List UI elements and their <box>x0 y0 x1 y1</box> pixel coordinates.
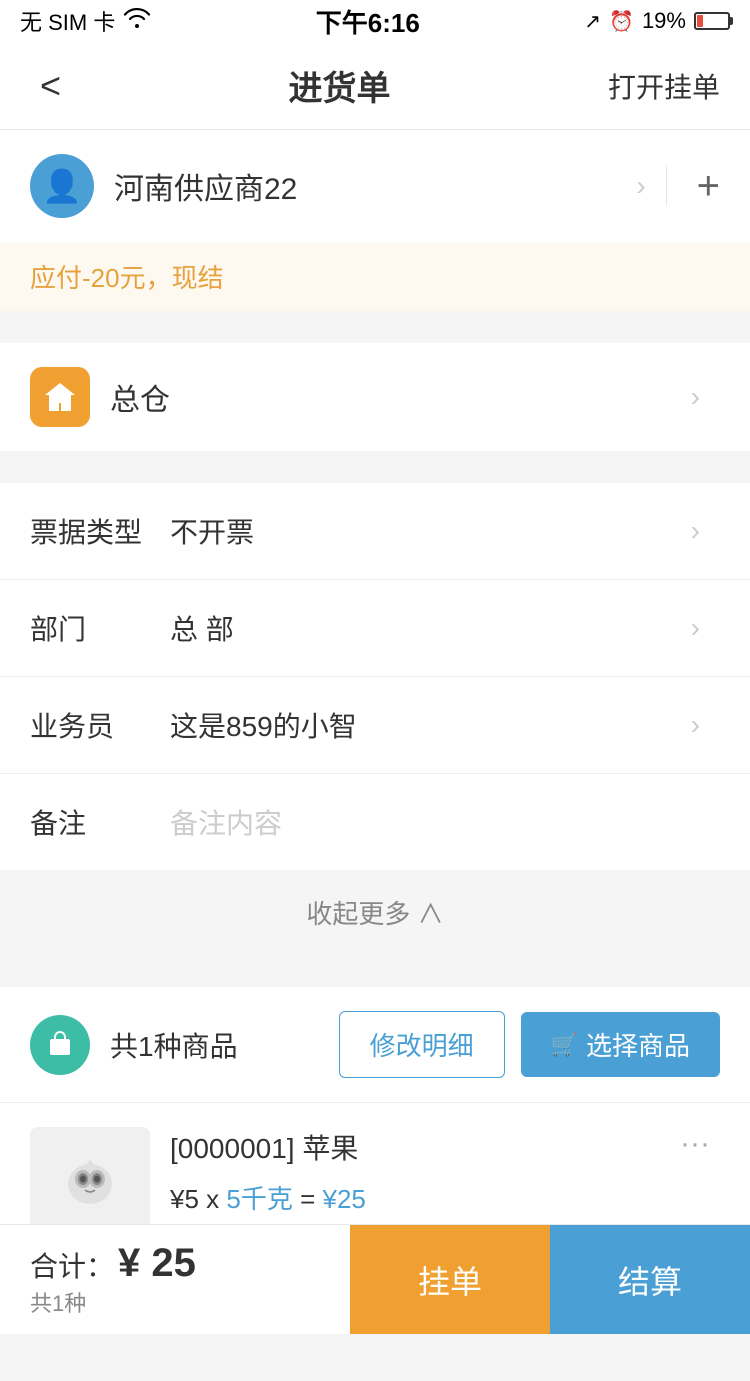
salesperson-value: 这是859的小智 <box>170 705 691 745</box>
supplier-name: 河南供应商22 <box>114 164 636 208</box>
product-total: ¥25 <box>323 1184 366 1214</box>
open-hang-button[interactable]: 打开挂单 <box>608 66 720 106</box>
select-product-button[interactable]: 🛒 选择商品 <box>521 1012 720 1077</box>
supplier-chevron-icon: › <box>636 170 645 202</box>
remark-value: 备注内容 <box>170 802 720 842</box>
product-info: [0000001] 苹果 ¥5 x 5千克 = ¥25 <box>170 1127 670 1216</box>
product-more-button[interactable]: ··· <box>670 1127 720 1161</box>
total-count: 共1种 <box>30 1286 320 1318</box>
warehouse-chevron-icon: › <box>691 381 700 413</box>
vertical-divider <box>666 166 667 206</box>
salesperson-chevron-icon: › <box>691 709 700 741</box>
edit-detail-button[interactable]: 修改明细 <box>339 1011 505 1078</box>
status-time: 下午6:16 <box>316 3 420 40</box>
product-title: 苹果 <box>302 1133 358 1164</box>
location-icon: ↗ <box>584 9 601 34</box>
bottom-bar: 合计： ¥ 25 共1种 挂单 结算 <box>0 1224 750 1334</box>
product-count-text: 共1种商品 <box>110 1025 339 1065</box>
warehouse-icon <box>30 367 90 427</box>
select-product-label: 选择商品 <box>586 1026 690 1063</box>
dept-label: 部门 <box>30 608 150 648</box>
warehouse-row[interactable]: 总仓 › <box>0 343 750 451</box>
status-left: 无 SIM 卡 <box>20 5 151 37</box>
salesperson-row[interactable]: 业务员 这是859的小智 › <box>0 677 750 774</box>
owl-logo-icon <box>55 1146 125 1228</box>
product-count-icon <box>30 1015 90 1075</box>
carrier-label: 无 SIM 卡 <box>20 5 115 37</box>
alarm-icon: ⏰ <box>609 9 634 34</box>
invoice-chevron-icon: › <box>691 515 700 547</box>
supplier-section: 👤 河南供应商22 › + 应付-20元，现结 <box>0 130 750 311</box>
dept-value: 总 部 <box>170 608 691 648</box>
warning-banner: 应付-20元，现结 <box>0 242 750 311</box>
status-right: ↗ ⏰ 19% <box>584 8 730 34</box>
add-supplier-button[interactable]: + <box>697 164 720 209</box>
main-content: 👤 河南供应商22 › + 应付-20元，现结 总仓 › 票据类型 不开票 › <box>0 130 750 1381</box>
back-button[interactable]: < <box>30 55 71 117</box>
nav-bar: < 进货单 打开挂单 <box>0 42 750 130</box>
product-header: 共1种商品 修改明细 🛒 选择商品 <box>0 987 750 1103</box>
supplier-avatar: 👤 <box>30 154 94 218</box>
warehouse-name: 总仓 <box>110 375 691 419</box>
warning-text: 应付-20元，现结 <box>30 263 224 293</box>
equals-sign: = <box>300 1184 322 1214</box>
salesperson-label: 业务员 <box>30 705 150 745</box>
house-icon <box>42 379 78 415</box>
bag-icon <box>44 1029 76 1061</box>
invoice-label: 票据类型 <box>30 511 150 551</box>
supplier-row[interactable]: 👤 河南供应商22 › + <box>0 130 750 242</box>
product-name: [0000001] 苹果 <box>170 1127 670 1167</box>
remark-row[interactable]: 备注 备注内容 <box>0 774 750 870</box>
department-row[interactable]: 部门 总 部 › <box>0 580 750 677</box>
collapse-label: 收起更多 ∧ <box>306 894 443 931</box>
page-title: 进货单 <box>289 61 391 110</box>
price-unit: ¥5 <box>170 1184 199 1214</box>
person-icon: 👤 <box>42 167 82 205</box>
product-quantity: 5千克 <box>226 1184 292 1214</box>
invoice-value: 不开票 <box>170 511 691 551</box>
status-bar: 无 SIM 卡 下午6:16 ↗ ⏰ 19% <box>0 0 750 42</box>
form-section: 票据类型 不开票 › 部门 总 部 › 业务员 这是859的小智 › 备注 备注… <box>0 483 750 870</box>
total-label: 合计： <box>30 1245 114 1285</box>
invoice-type-row[interactable]: 票据类型 不开票 › <box>0 483 750 580</box>
total-amount: ¥ 25 <box>118 1241 196 1286</box>
remark-label: 备注 <box>30 802 150 842</box>
collapse-row[interactable]: 收起更多 ∧ <box>0 870 750 955</box>
hang-button[interactable]: 挂单 <box>350 1225 550 1334</box>
wifi-icon <box>123 8 151 34</box>
battery-icon <box>694 12 730 30</box>
total-section: 合计： ¥ 25 共1种 <box>0 1225 350 1334</box>
dept-chevron-icon: › <box>691 612 700 644</box>
select-product-icon: 🛒 <box>551 1032 578 1058</box>
product-code: [0000001] <box>170 1133 295 1164</box>
checkout-button[interactable]: 结算 <box>550 1225 750 1334</box>
price-separator: x <box>206 1184 226 1214</box>
product-price: ¥5 x 5千克 = ¥25 <box>170 1179 670 1216</box>
battery-percent: 19% <box>642 8 686 34</box>
